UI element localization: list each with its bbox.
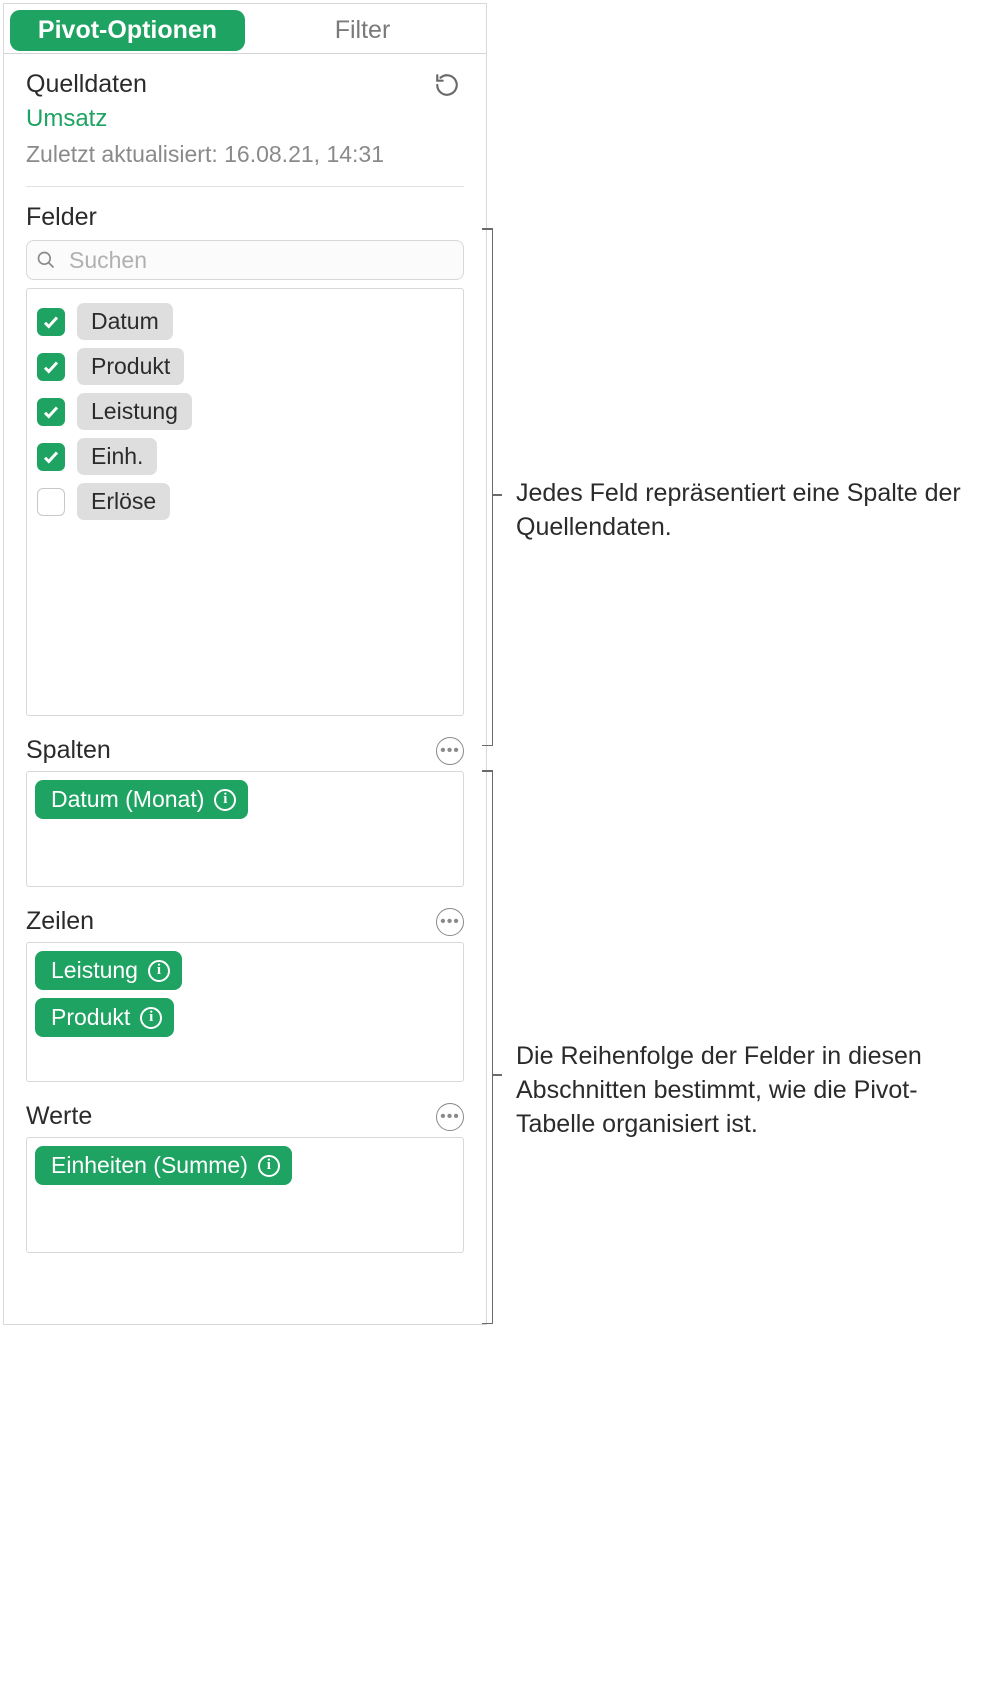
field-row: Produkt: [35, 344, 455, 389]
field-checkbox-leistung[interactable]: [37, 398, 65, 426]
pill-label: Leistung: [51, 957, 138, 984]
columns-more-button[interactable]: •••: [436, 737, 464, 765]
refresh-icon: [434, 72, 460, 98]
columns-zone-header: Spalten •••: [26, 736, 464, 765]
field-row: Einh.: [35, 434, 455, 479]
column-field-pill[interactable]: Datum (Monat) i: [35, 780, 248, 819]
fields-list: Datum Produkt Leistung Einh. Erlöse: [26, 288, 464, 716]
source-name: Umsatz: [26, 105, 464, 133]
values-zone-header: Werte •••: [26, 1102, 464, 1131]
source-data-heading: Quelldaten: [26, 70, 464, 99]
rows-drop-zone[interactable]: Leistung i Produkt i: [26, 942, 464, 1082]
pill-label: Produkt: [51, 1004, 130, 1031]
info-icon[interactable]: i: [140, 1007, 162, 1029]
rows-zone-title: Zeilen: [26, 907, 94, 936]
refresh-button[interactable]: [430, 68, 464, 102]
last-updated-text: Zuletzt aktualisiert: 16.08.21, 14:31: [26, 141, 464, 168]
values-zone-title: Werte: [26, 1102, 92, 1131]
rows-more-button[interactable]: •••: [436, 908, 464, 936]
ellipsis-icon: •••: [440, 1109, 460, 1125]
pill-label: Datum (Monat): [51, 786, 204, 813]
field-chip[interactable]: Erlöse: [77, 483, 170, 520]
tab-pivot-options[interactable]: Pivot-Optionen: [10, 10, 245, 51]
callout-text-zones: Die Reihenfolge der Felder in diesen Abs…: [516, 1040, 986, 1141]
row-field-pill[interactable]: Leistung i: [35, 951, 182, 990]
info-icon[interactable]: i: [258, 1155, 280, 1177]
field-checkbox-erloese[interactable]: [37, 488, 65, 516]
search-icon: [36, 250, 56, 270]
field-checkbox-produkt[interactable]: [37, 353, 65, 381]
values-more-button[interactable]: •••: [436, 1103, 464, 1131]
tab-bar: Pivot-Optionen Filter: [4, 4, 486, 54]
rows-zone-header: Zeilen •••: [26, 907, 464, 936]
callout-bracket-fields: [492, 228, 493, 746]
field-checkbox-datum[interactable]: [37, 308, 65, 336]
search-wrap: [26, 240, 464, 280]
ellipsis-icon: •••: [440, 743, 460, 759]
tab-filter[interactable]: Filter: [245, 10, 480, 51]
pill-label: Einheiten (Summe): [51, 1152, 248, 1179]
columns-drop-zone[interactable]: Datum (Monat) i: [26, 771, 464, 887]
callout-text-fields: Jedes Feld repräsentiert eine Spalte der…: [516, 477, 971, 545]
fields-heading: Felder: [26, 203, 464, 232]
search-input[interactable]: [26, 240, 464, 280]
values-drop-zone[interactable]: Einheiten (Summe) i: [26, 1137, 464, 1253]
fields-section: Felder Datum Produkt Leistung Einh.: [4, 187, 486, 1253]
value-field-pill[interactable]: Einheiten (Summe) i: [35, 1146, 292, 1185]
field-row: Datum: [35, 299, 455, 344]
pivot-options-panel: Pivot-Optionen Filter Quelldaten Umsatz …: [3, 3, 487, 1325]
info-icon[interactable]: i: [214, 789, 236, 811]
field-row: Leistung: [35, 389, 455, 434]
field-chip[interactable]: Datum: [77, 303, 173, 340]
ellipsis-icon: •••: [440, 914, 460, 930]
info-icon[interactable]: i: [148, 960, 170, 982]
field-row: Erlöse: [35, 479, 455, 524]
field-chip[interactable]: Leistung: [77, 393, 192, 430]
columns-zone-title: Spalten: [26, 736, 111, 765]
field-chip[interactable]: Einh.: [77, 438, 157, 475]
callout-bracket-zones: [492, 770, 493, 1324]
field-checkbox-einh[interactable]: [37, 443, 65, 471]
field-chip[interactable]: Produkt: [77, 348, 184, 385]
source-data-section: Quelldaten Umsatz Zuletzt aktualisiert: …: [4, 54, 486, 186]
row-field-pill[interactable]: Produkt i: [35, 998, 174, 1037]
